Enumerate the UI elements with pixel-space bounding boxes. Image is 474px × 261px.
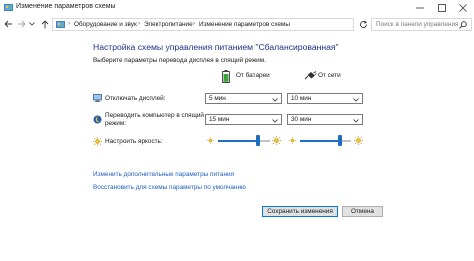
refresh-icon (359, 20, 367, 28)
forward-button[interactable] (16, 18, 26, 30)
sleep-battery-select[interactable]: 15 мин (205, 114, 282, 125)
brightness-high-icon (354, 136, 363, 147)
display-off-plugged-value: 10 мин (291, 95, 312, 102)
recent-locations-button[interactable] (28, 18, 35, 30)
close-button[interactable] (452, 0, 474, 16)
battery-icon (222, 70, 230, 85)
page-subtitle: Выберите параметры перевода дисплея в сп… (93, 57, 266, 64)
sleep-plugged-select[interactable]: 30 мин (287, 114, 363, 125)
refresh-button[interactable] (357, 18, 369, 31)
arrow-left-icon (3, 20, 12, 28)
column-header-battery: От батареи (236, 72, 270, 79)
search-input[interactable]: Поиск в панели управления (371, 18, 472, 31)
brightness-icon (93, 137, 102, 148)
breadcrumb-edit-plan[interactable]: Изменение параметров схемы (199, 21, 290, 28)
column-header-plugged-in: От сети (318, 72, 341, 79)
chevron-down-icon (272, 97, 278, 104)
brightness-battery-slider[interactable] (218, 135, 270, 147)
control-panel-icon (4, 4, 13, 12)
sleep-label-line1: Переводить компьютер в спящий (105, 112, 205, 119)
sleep-icon (93, 115, 102, 126)
brightness-low-icon (289, 137, 296, 146)
display-icon (93, 94, 102, 104)
arrow-up-icon (41, 19, 49, 28)
back-button[interactable] (3, 18, 13, 30)
chevron-down-icon (272, 118, 278, 125)
brightness-low-icon (207, 137, 214, 146)
minimize-button[interactable] (409, 0, 431, 16)
address-bar[interactable]: › Оборудование и звук › Электропитание ›… (52, 18, 401, 31)
arrow-right-icon (17, 20, 26, 28)
title-bar: Изменение параметров схемы (0, 0, 474, 16)
breadcrumb-hardware-sound[interactable]: Оборудование и звук (74, 21, 137, 28)
sleep-label: Переводить компьютер в спящий режим: (105, 112, 204, 128)
sleep-label-line2: режим: (105, 120, 127, 127)
save-button[interactable]: Сохранить изменения (262, 206, 338, 217)
slider-thumb[interactable] (338, 135, 342, 146)
display-off-label: Отключать дисплей: (105, 95, 166, 102)
display-off-battery-select[interactable]: 5 мин (205, 93, 282, 104)
control-panel-icon (56, 21, 65, 29)
breadcrumb-separator-icon: › (68, 21, 70, 27)
search-placeholder: Поиск в панели управления (376, 21, 459, 28)
maximize-button[interactable] (431, 0, 453, 16)
restore-defaults-link[interactable]: Восстановить для схемы параметры по умол… (93, 184, 246, 191)
breadcrumb-separator-icon: › (138, 21, 140, 27)
display-off-battery-value: 5 мин (209, 95, 226, 102)
chevron-down-icon (353, 97, 359, 104)
breadcrumb-separator-icon: › (193, 21, 195, 27)
power-plug-icon (304, 71, 317, 82)
navigation-bar: › Оборудование и звук › Электропитание ›… (0, 16, 474, 32)
chevron-down-icon (28, 22, 35, 26)
slider-fill (218, 140, 258, 142)
slider-thumb[interactable] (256, 135, 260, 146)
window-title: Изменение параметров схемы (16, 3, 116, 10)
slider-fill (300, 140, 340, 142)
display-off-plugged-select[interactable]: 10 мин (287, 93, 363, 104)
cancel-button[interactable]: Отмена (342, 206, 383, 217)
sleep-plugged-value: 30 мин (291, 116, 312, 123)
breadcrumb-power-options[interactable]: Электропитание (144, 21, 193, 28)
brightness-label: Настроить яркость: (105, 138, 163, 145)
brightness-plugged-slider[interactable] (300, 135, 351, 147)
page-title: Настройка схемы управления питанием "Сба… (93, 42, 339, 52)
up-button[interactable] (40, 18, 50, 30)
sleep-battery-value: 15 мин (209, 116, 230, 123)
brightness-high-icon (272, 136, 281, 147)
chevron-down-icon (353, 118, 359, 125)
advanced-settings-link[interactable]: Изменить дополнительные параметры питани… (93, 171, 234, 178)
search-icon[interactable] (459, 21, 467, 31)
